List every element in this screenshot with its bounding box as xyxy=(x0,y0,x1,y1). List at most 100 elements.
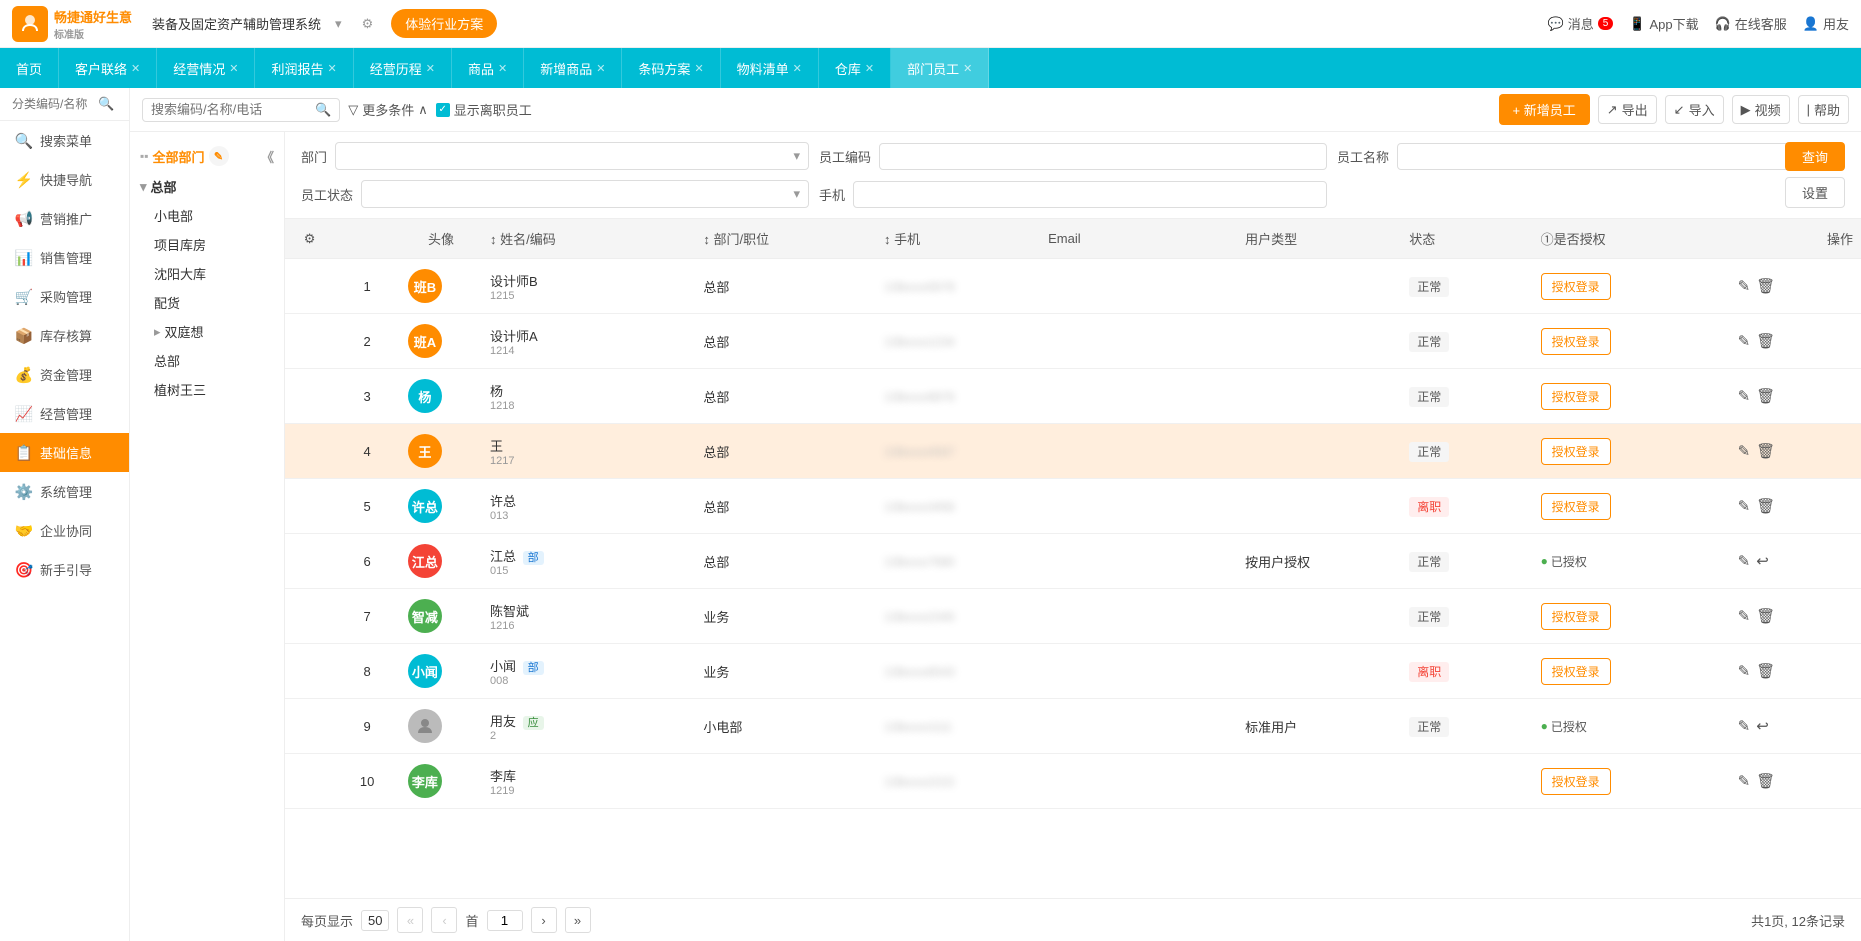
dept-tree-item-5[interactable]: ▸ 双庭想 xyxy=(130,317,284,346)
sidebar-item-basic[interactable]: 📋 基础信息 xyxy=(0,433,129,472)
auth-btn-4[interactable]: 授权登录 xyxy=(1541,438,1611,465)
edit-btn-7[interactable]: ✎ xyxy=(1738,607,1751,625)
edit-btn-3[interactable]: ✎ xyxy=(1738,387,1751,405)
dept-tree-item-2[interactable]: 项目库房 xyxy=(130,230,284,259)
edit-btn-8[interactable]: ✎ xyxy=(1738,662,1751,680)
tab-dept-staff[interactable]: 部门员工✕ xyxy=(891,48,989,88)
col-settings[interactable]: ⚙ xyxy=(285,219,334,259)
add-employee-btn[interactable]: + 新增员工 xyxy=(1499,94,1590,125)
avatar-4: 王 xyxy=(408,434,442,468)
dept-tree-item-root[interactable]: ▾ 总部 xyxy=(130,172,284,201)
edit-btn-10[interactable]: ✎ xyxy=(1738,772,1751,790)
sidebar-item-marketing[interactable]: 📢 营销推广 xyxy=(0,199,129,238)
settings-icon[interactable]: ⚙ xyxy=(362,16,374,32)
status-select[interactable]: ▾ xyxy=(361,180,809,208)
help-btn[interactable]: | 帮助 xyxy=(1798,95,1849,124)
del-btn-1[interactable]: 🗑 xyxy=(1756,277,1775,295)
tab-history[interactable]: 经营历程✕ xyxy=(354,48,452,88)
money-icon: 💰 xyxy=(16,367,32,383)
del-btn-8[interactable]: 🗑 xyxy=(1756,662,1775,680)
sidebar-item-purchase[interactable]: 🛒 采购管理 xyxy=(0,277,129,316)
dept-tree-item-1[interactable]: 小电部 xyxy=(130,201,284,230)
online-service-btn[interactable]: 🎧 在线客服 xyxy=(1715,14,1787,33)
auth-btn-10[interactable]: 授权登录 xyxy=(1541,768,1611,795)
dept-tree-item-6[interactable]: 总部 xyxy=(130,346,284,375)
dept-edit-icon[interactable]: ✎ xyxy=(209,146,229,166)
tab-barcode[interactable]: 条码方案✕ xyxy=(622,48,720,88)
dept-tree-item-7[interactable]: 植树王三 xyxy=(130,375,284,404)
sidebar-search-box: 🔍 xyxy=(0,88,129,121)
show-resigned-toggle[interactable]: ✓ 显示离职员工 xyxy=(436,100,532,119)
query-btn[interactable]: 查询 xyxy=(1785,142,1845,171)
edit-btn-2[interactable]: ✎ xyxy=(1738,332,1751,350)
auth-btn-3[interactable]: 授权登录 xyxy=(1541,383,1611,410)
phone-input[interactable] xyxy=(853,181,1327,208)
user-btn[interactable]: 👤 用友 xyxy=(1803,14,1849,33)
last-page-btn[interactable]: » xyxy=(565,907,591,933)
sidebar-item-guide[interactable]: 🎯 新手引导 xyxy=(0,550,129,589)
import-btn[interactable]: ↙ 导入 xyxy=(1665,95,1724,124)
sidebar-item-quicknav[interactable]: ⚡ 快捷导航 xyxy=(0,160,129,199)
sidebar-search-input[interactable] xyxy=(12,97,92,111)
sidebar-item-search[interactable]: 🔍 搜索菜单 xyxy=(0,121,129,160)
auth-btn-7[interactable]: 授权登录 xyxy=(1541,603,1611,630)
del-btn-4[interactable]: 🗑 xyxy=(1756,442,1775,460)
del-btn-5[interactable]: 🗑 xyxy=(1756,497,1775,515)
tab-home[interactable]: 首页 xyxy=(0,48,59,88)
dept-tree-item-4[interactable]: 配货 xyxy=(130,288,284,317)
trial-button[interactable]: 体验行业方案 xyxy=(391,9,497,38)
dept-tree-item-3[interactable]: 沈阳大库 xyxy=(130,259,284,288)
view-btn[interactable]: ▶ 视频 xyxy=(1732,95,1790,124)
first-page-btn[interactable]: « xyxy=(397,907,423,933)
del-btn-9[interactable]: ↩ xyxy=(1756,717,1769,735)
tab-add-goods[interactable]: 新增商品✕ xyxy=(524,48,622,88)
sidebar-item-enterprise[interactable]: 🤝 企业协同 xyxy=(0,511,129,550)
avatar-6: 江总 xyxy=(408,544,442,578)
filter-more-btn[interactable]: ▽ 更多条件 ∧ xyxy=(348,100,428,119)
sidebar-item-inventory[interactable]: 📦 库存核算 xyxy=(0,316,129,355)
message-btn[interactable]: 💬 消息 5 xyxy=(1548,14,1614,33)
edit-btn-5[interactable]: ✎ xyxy=(1738,497,1751,515)
sidebar-item-finance[interactable]: 💰 资金管理 xyxy=(0,355,129,394)
dept-select[interactable]: ▾ xyxy=(335,142,809,170)
edit-btn-6[interactable]: ✎ xyxy=(1738,552,1751,570)
page-size-val[interactable]: 50 xyxy=(361,910,389,931)
edit-btn-1[interactable]: ✎ xyxy=(1738,277,1751,295)
sidebar-item-system[interactable]: ⚙️ 系统管理 xyxy=(0,472,129,511)
del-btn-7[interactable]: 🗑 xyxy=(1756,607,1775,625)
page-input[interactable] xyxy=(487,910,523,931)
tab-customer[interactable]: 客户联络✕ xyxy=(59,48,157,88)
edit-btn-4[interactable]: ✎ xyxy=(1738,442,1751,460)
tab-goods[interactable]: 商品✕ xyxy=(452,48,524,88)
edit-btn-9[interactable]: ✎ xyxy=(1738,717,1751,735)
next-page-btn[interactable]: › xyxy=(531,907,557,933)
search-icon: 🔍 xyxy=(16,133,32,149)
emp-code-input[interactable] xyxy=(879,143,1327,170)
table-row: 10 李库 李库1219 138xxxx2222 授权登录 ✎🗑 xyxy=(285,754,1861,809)
tab-operations[interactable]: 经营情况✕ xyxy=(157,48,255,88)
del-btn-2[interactable]: 🗑 xyxy=(1756,332,1775,350)
auth-btn-1[interactable]: 授权登录 xyxy=(1541,273,1611,300)
search-btn-icon[interactable]: 🔍 xyxy=(315,102,331,118)
del-btn-3[interactable]: 🗑 xyxy=(1756,387,1775,405)
reset-btn[interactable]: 设置 xyxy=(1785,177,1845,208)
prev-page-btn[interactable]: ‹ xyxy=(431,907,457,933)
auth-btn-5[interactable]: 授权登录 xyxy=(1541,493,1611,520)
tab-warehouse[interactable]: 仓库✕ xyxy=(819,48,891,88)
tab-bom[interactable]: 物料清单✕ xyxy=(721,48,819,88)
auth-btn-8[interactable]: 授权登录 xyxy=(1541,658,1611,685)
dept-collapse-btn[interactable]: 《 xyxy=(261,147,274,166)
app-download-btn[interactable]: 📱 App下载 xyxy=(1629,14,1698,33)
export-btn[interactable]: ↗ 导出 xyxy=(1598,95,1657,124)
search-input[interactable] xyxy=(151,102,311,117)
dept-collapse-arrow: ▾ xyxy=(140,179,147,195)
del-btn-10[interactable]: 🗑 xyxy=(1756,772,1775,790)
sidebar-item-sales[interactable]: 📊 销售管理 xyxy=(0,238,129,277)
headset-icon: 🎧 xyxy=(1715,16,1731,32)
tab-profit[interactable]: 利润报告✕ xyxy=(255,48,353,88)
table-row: 8 小闻 小闻 部008 业务 138xxxx6543 离职 授权登录 ✎🗑 xyxy=(285,644,1861,699)
emp-name-input[interactable] xyxy=(1397,143,1845,170)
del-btn-6[interactable]: ↩ xyxy=(1756,552,1769,570)
sidebar-item-ops[interactable]: 📈 经营管理 xyxy=(0,394,129,433)
auth-btn-2[interactable]: 授权登录 xyxy=(1541,328,1611,355)
